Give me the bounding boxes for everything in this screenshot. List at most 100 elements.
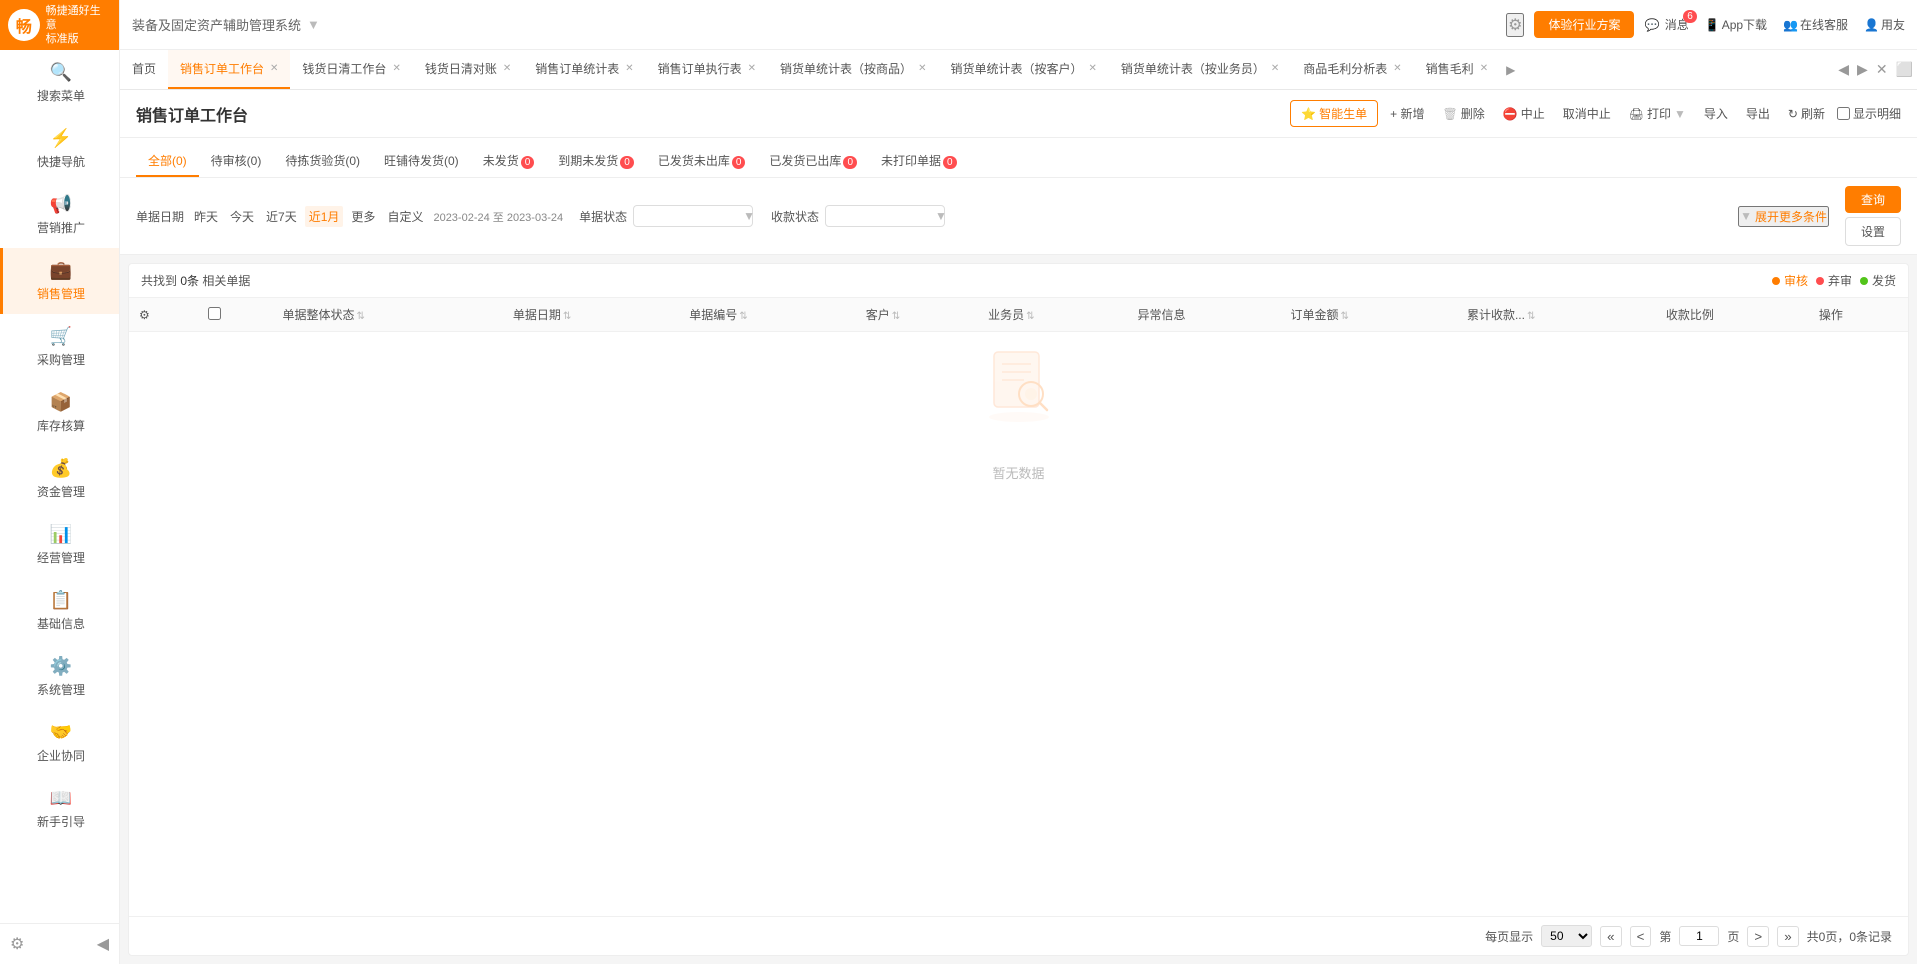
expand-filter-btn[interactable]: ▼ 展开更多条件 bbox=[1738, 206, 1829, 227]
tab-sales-summary-product[interactable]: 销货单统计表（按商品）✕ bbox=[768, 50, 938, 89]
filter-setting-btn[interactable]: 设置 bbox=[1845, 217, 1901, 246]
collapse-icon[interactable]: ◀ bbox=[97, 934, 109, 954]
first-page-btn[interactable]: « bbox=[1600, 926, 1621, 947]
tab-close-sales-exec[interactable]: ✕ bbox=[748, 63, 756, 74]
tab-sales-summary-staff[interactable]: 销货单统计表（按业务员）✕ bbox=[1109, 50, 1291, 89]
tab-sales-stats[interactable]: 销售订单统计表✕ bbox=[523, 50, 645, 89]
tab-close-money-daily[interactable]: ✕ bbox=[392, 63, 400, 74]
cancel-stop-btn[interactable]: 取消中止 bbox=[1557, 101, 1617, 126]
page-size-select[interactable]: 50 20 100 bbox=[1541, 925, 1592, 947]
tab-money-daily[interactable]: 钱货日清工作台✕ bbox=[290, 50, 412, 89]
tab-home[interactable]: 首页 bbox=[120, 50, 168, 89]
nav-label-marketing: 营销推广 bbox=[37, 219, 85, 236]
import-btn[interactable]: 导入 bbox=[1698, 101, 1734, 126]
industry-btn[interactable]: 体验行业方案 bbox=[1534, 11, 1634, 38]
settings-icon[interactable]: ⚙ bbox=[10, 934, 24, 954]
total-count: 共0页，0条记录 bbox=[1807, 928, 1892, 945]
col-header-customer[interactable]: 客户⇅ bbox=[856, 298, 978, 332]
sidebar-item-operations[interactable]: 📊经营管理 bbox=[0, 512, 119, 578]
next-page-btn[interactable]: > bbox=[1747, 926, 1769, 947]
sub-tab-not-printed[interactable]: 未打印单据0 bbox=[869, 146, 969, 177]
app-download[interactable]: 📱 App下载 bbox=[1705, 16, 1767, 33]
status-select[interactable] bbox=[633, 205, 753, 227]
tab-sales-workbench[interactable]: 销售订单工作台✕ bbox=[168, 50, 290, 89]
stop-btn[interactable]: ⛔ 中止 bbox=[1497, 101, 1551, 126]
query-btn[interactable]: 查询 bbox=[1845, 186, 1901, 213]
user-info[interactable]: 👤 用友 bbox=[1864, 16, 1905, 33]
sidebar-item-finance[interactable]: 💰资金管理 bbox=[0, 446, 119, 512]
sidebar-item-marketing[interactable]: 📢营销推广 bbox=[0, 182, 119, 248]
col-header-date[interactable]: 单据日期⇅ bbox=[503, 298, 679, 332]
tab-close-sales-summary-staff[interactable]: ✕ bbox=[1271, 63, 1279, 74]
tab-sales-exec[interactable]: 销售订单执行表✕ bbox=[646, 50, 768, 89]
tab-close-money-reconcile[interactable]: ✕ bbox=[503, 63, 511, 74]
tab-close-sales-summary-product[interactable]: ✕ bbox=[918, 63, 926, 74]
sub-tab-all[interactable]: 全部(0) bbox=[136, 146, 199, 177]
sidebar-item-system[interactable]: ⚙️系统管理 bbox=[0, 644, 119, 710]
cancel-review-btn[interactable]: 弃审 bbox=[1816, 272, 1852, 289]
tab-close-product-margin[interactable]: ✕ bbox=[1393, 63, 1401, 74]
col-header-collected[interactable]: 累计收款...⇅ bbox=[1457, 298, 1656, 332]
print-btn[interactable]: 🖨 打印 ▼ bbox=[1623, 101, 1692, 126]
col-header-staff[interactable]: 业务员⇅ bbox=[978, 298, 1127, 332]
sub-tab-shipped-not-in[interactable]: 已发货未出库0 bbox=[646, 146, 758, 177]
col-header-status[interactable]: 单据整体状态⇅ bbox=[272, 298, 502, 332]
smart-create-btn[interactable]: ⭐ 智能生单 bbox=[1290, 100, 1378, 127]
date-option-近7天[interactable]: 近7天 bbox=[262, 206, 301, 227]
col-settings-icon[interactable]: ⚙ bbox=[139, 308, 150, 322]
page-input[interactable] bbox=[1679, 926, 1719, 946]
date-option-昨天[interactable]: 昨天 bbox=[190, 206, 222, 227]
select-all-checkbox[interactable] bbox=[208, 307, 221, 320]
ship-btn[interactable]: 发货 bbox=[1860, 272, 1896, 289]
tab-sales-more[interactable]: 销售毛利✕ bbox=[1414, 50, 1500, 89]
message-icon[interactable]: 💬 6 消息 bbox=[1644, 16, 1688, 33]
online-service[interactable]: 👥 在线客服 bbox=[1783, 16, 1848, 33]
tab-close-sales-workbench[interactable]: ✕ bbox=[270, 63, 278, 74]
sidebar-item-sales[interactable]: 💼销售管理 bbox=[0, 248, 119, 314]
tab-money-reconcile[interactable]: 钱货日清对账✕ bbox=[413, 50, 523, 89]
new-btn[interactable]: + 新增 bbox=[1384, 101, 1430, 126]
review-btn[interactable]: 审核 bbox=[1772, 272, 1808, 289]
sub-tab-pending-inspect[interactable]: 待拣货验货(0) bbox=[273, 146, 372, 177]
date-option-今天[interactable]: 今天 bbox=[226, 206, 258, 227]
sub-tab-shipped-out[interactable]: 已发货已出库0 bbox=[757, 146, 869, 177]
sub-tab-not-shipped[interactable]: 未发货0 bbox=[471, 146, 547, 177]
sidebar-item-guide[interactable]: 📖新手引导 bbox=[0, 776, 119, 842]
export-btn[interactable]: 导出 bbox=[1740, 101, 1776, 126]
sub-tab-pending-review[interactable]: 待审核(0) bbox=[199, 146, 274, 177]
tabs-fullscreen[interactable]: ⬜ bbox=[1892, 53, 1917, 86]
col-header-amount[interactable]: 订单金额⇅ bbox=[1281, 298, 1457, 332]
sidebar-item-purchase[interactable]: 🛒采购管理 bbox=[0, 314, 119, 380]
date-option-近1月[interactable]: 近1月 bbox=[305, 206, 344, 227]
tab-close-sales-summary-customer[interactable]: ✕ bbox=[1088, 63, 1096, 74]
topbar-settings-icon[interactable]: ⚙ bbox=[1506, 13, 1524, 37]
sidebar-item-inventory[interactable]: 📦库存核算 bbox=[0, 380, 119, 446]
tab-close-sales-stats[interactable]: ✕ bbox=[625, 63, 633, 74]
logo: 畅 畅捷通好生意 标准版 bbox=[0, 0, 119, 50]
tab-product-margin[interactable]: 商品毛利分析表✕ bbox=[1291, 50, 1413, 89]
sidebar-item-cooperation[interactable]: 🤝企业协同 bbox=[0, 710, 119, 776]
date-option-更多[interactable]: 更多 bbox=[347, 206, 379, 227]
tab-close-sales-more[interactable]: ✕ bbox=[1480, 63, 1488, 74]
date-label: 单据日期 bbox=[136, 208, 184, 225]
sidebar-item-search[interactable]: 🔍搜索菜单 bbox=[0, 50, 119, 116]
last-page-btn[interactable]: » bbox=[1777, 926, 1798, 947]
payment-select[interactable] bbox=[825, 205, 945, 227]
tabs-scroll-right[interactable]: ▶ bbox=[1853, 53, 1872, 86]
delete-btn[interactable]: 🗑 删除 bbox=[1437, 101, 1491, 126]
sub-tab-wangpu-pending[interactable]: 旺铺待发货(0) bbox=[372, 146, 471, 177]
col-header-number[interactable]: 单据编号⇅ bbox=[679, 298, 855, 332]
prev-page-btn[interactable]: < bbox=[1630, 926, 1652, 947]
refresh-btn[interactable]: ↻ 刷新 bbox=[1782, 101, 1831, 126]
show-detail-checkbox[interactable]: 显示明细 bbox=[1837, 105, 1901, 122]
sidebar-item-basic-info[interactable]: 📋基础信息 bbox=[0, 578, 119, 644]
sub-tab-overdue-not-shipped[interactable]: 到期未发货0 bbox=[546, 146, 646, 177]
nav-label-finance: 资金管理 bbox=[37, 483, 85, 500]
tab-sales-summary-customer[interactable]: 销货单统计表（按客户）✕ bbox=[938, 50, 1108, 89]
table-scroll[interactable]: ⚙单据整体状态⇅单据日期⇅单据编号⇅客户⇅业务员⇅异常信息订单金额⇅累计收款..… bbox=[129, 298, 1908, 916]
sidebar-item-quick-nav[interactable]: ⚡快捷导航 bbox=[0, 116, 119, 182]
tabs-more-btn[interactable]: ▶ bbox=[1500, 55, 1521, 85]
tabs-scroll-left[interactable]: ◀ bbox=[1834, 53, 1853, 86]
tabs-close-all[interactable]: ✕ bbox=[1872, 53, 1892, 86]
date-option-自定义[interactable]: 自定义 bbox=[383, 206, 427, 227]
